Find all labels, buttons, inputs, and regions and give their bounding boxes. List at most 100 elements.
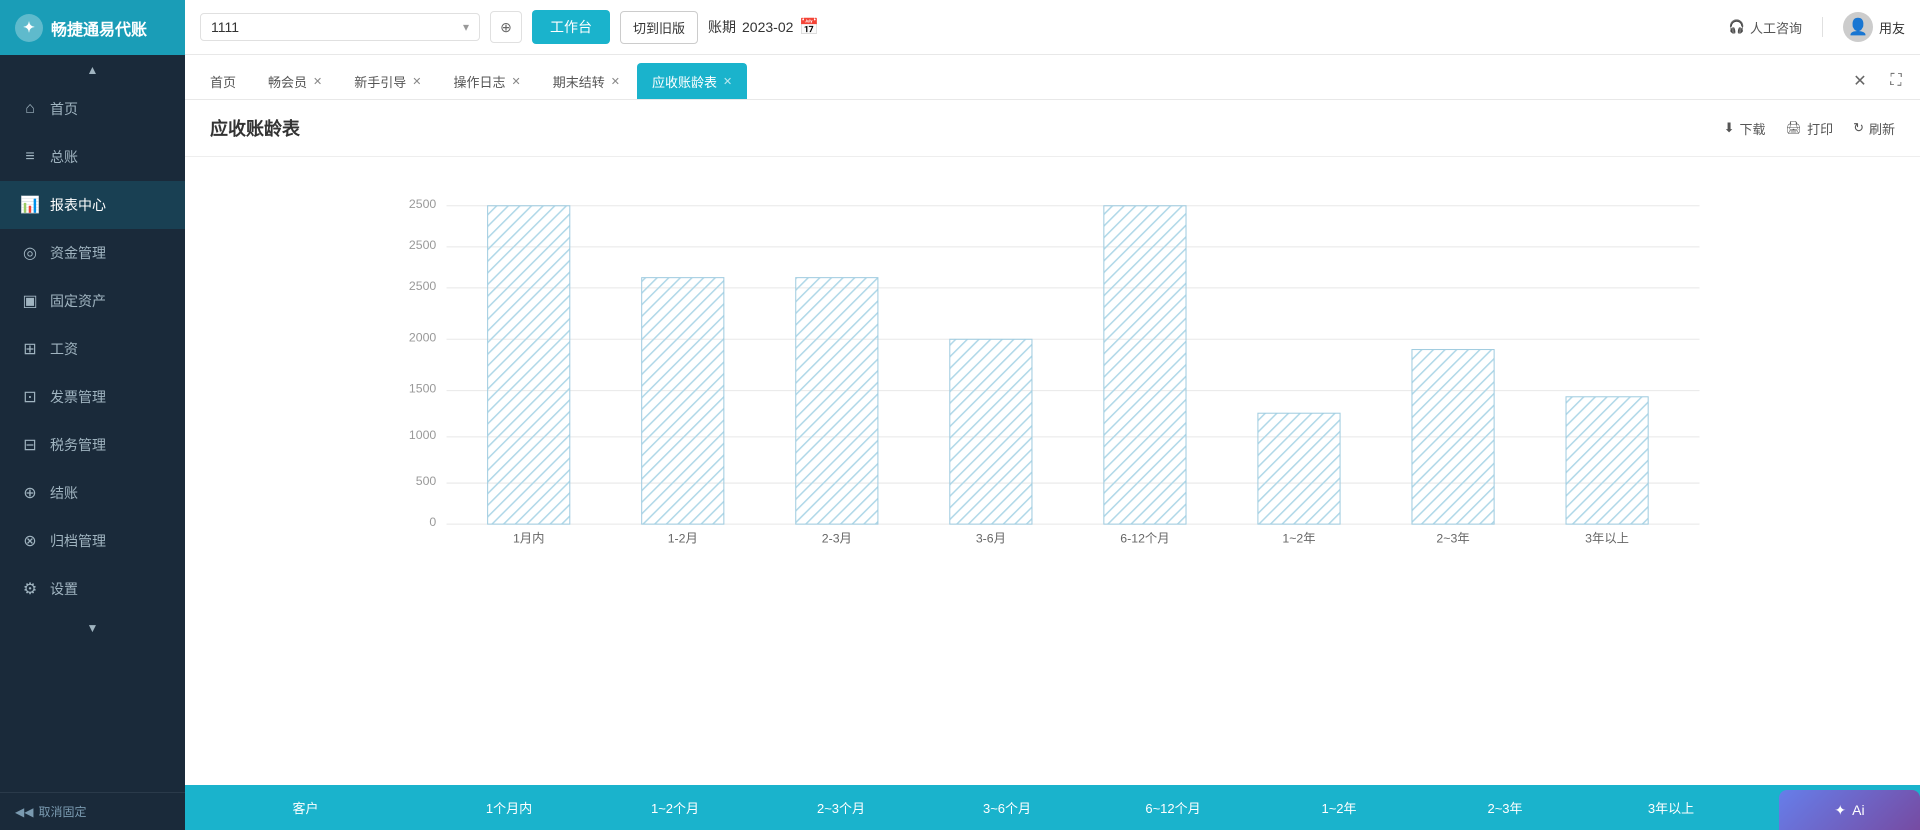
refresh-label: 刷新: [1869, 119, 1895, 138]
company-name: 1111: [211, 19, 457, 35]
sidebar-item-fixed-assets[interactable]: ▣ 固定资产: [0, 277, 185, 325]
user-menu[interactable]: 👤 用友: [1843, 12, 1905, 42]
maximize-button[interactable]: ⛶: [1882, 67, 1910, 95]
col-2-3year: 2~3年: [1422, 798, 1588, 817]
company-selector[interactable]: 1111 ▾: [200, 13, 480, 41]
content-area: 应收账龄表 ⬇ 下载 🖨 打印 ↻ 刷新 2500: [185, 100, 1920, 830]
sidebar-item-reports[interactable]: 📊 报表中心: [0, 181, 185, 229]
sidebar-item-ledger[interactable]: ≡ 总账: [0, 133, 185, 181]
print-button[interactable]: 🖨 打印: [1786, 119, 1834, 138]
tab-ar-aging[interactable]: 应收账龄表 ✕: [637, 63, 747, 99]
col-3year-plus: 3年以上: [1588, 798, 1754, 817]
sidebar-item-reports-label: 报表中心: [50, 195, 106, 215]
svg-text:3-6月: 3-6月: [976, 532, 1006, 546]
tab-home-label: 首页: [210, 72, 236, 91]
svg-text:1-2月: 1-2月: [668, 532, 698, 546]
tab-guide-close[interactable]: ✕: [412, 75, 421, 88]
sidebar-item-home[interactable]: ⌂ 首页: [0, 85, 185, 133]
col-2-3month: 2~3个月: [758, 798, 924, 817]
tab-guide[interactable]: 新手引导 ✕: [339, 63, 436, 99]
tab-member[interactable]: 畅会员 ✕: [253, 63, 337, 99]
funds-icon: ◎: [20, 243, 40, 263]
sidebar-scroll: ▲ ⌂ 首页 ≡ 总账 📊 报表中心 ◎ 资金管理 ▣ 固定资产 ⊞ 工资 ⊡ …: [0, 55, 185, 792]
tab-member-label: 畅会员: [268, 72, 307, 91]
sidebar-item-funds-label: 资金管理: [50, 243, 106, 263]
page-title: 应收账龄表: [210, 115, 300, 141]
sidebar-item-settings[interactable]: ⚙ 设置: [0, 565, 185, 613]
svg-text:3年以上: 3年以上: [1585, 532, 1629, 546]
salary-icon: ⊞: [20, 339, 40, 359]
sidebar-item-salary-label: 工资: [50, 339, 78, 359]
copy-icon: ⊕: [500, 19, 512, 36]
col-3-6month: 3~6个月: [924, 798, 1090, 817]
tab-oplog[interactable]: 操作日志 ✕: [438, 63, 535, 99]
sidebar-item-invoice-label: 发票管理: [50, 387, 106, 407]
sidebar-item-invoice[interactable]: ⊡ 发票管理: [0, 373, 185, 421]
svg-text:1500: 1500: [409, 382, 437, 396]
download-button[interactable]: ⬇ 下载: [1724, 119, 1766, 138]
archive-icon: ⊗: [20, 531, 40, 551]
sidebar-item-settlement[interactable]: ⊕ 结账: [0, 469, 185, 517]
tab-oplog-close[interactable]: ✕: [512, 75, 521, 88]
reports-icon: 📊: [20, 195, 40, 215]
refresh-button[interactable]: ↻ 刷新: [1853, 119, 1895, 138]
table-header: 客户 1个月内 1~2个月 2~3个月 3~6个月 6~12个月 1~2年 2~…: [185, 785, 1920, 830]
svg-text:1月内: 1月内: [513, 532, 544, 546]
sidebar-item-salary[interactable]: ⊞ 工资: [0, 325, 185, 373]
tabs-bar-actions: ✕ ⛶: [1846, 67, 1910, 99]
sidebar: ✦ 畅捷通易代账 ▲ ⌂ 首页 ≡ 总账 📊 报表中心 ◎ 资金管理 ▣ 固定资…: [0, 0, 185, 830]
consult-label: 人工咨询: [1750, 18, 1802, 37]
chevron-down-icon: ▾: [463, 20, 469, 34]
tab-period-end[interactable]: 期末结转 ✕: [538, 63, 635, 99]
sidebar-item-funds[interactable]: ◎ 资金管理: [0, 229, 185, 277]
sidebar-scroll-down[interactable]: ▼: [0, 613, 185, 643]
tab-period-end-close[interactable]: ✕: [611, 75, 620, 88]
copy-button[interactable]: ⊕: [490, 11, 522, 43]
avatar: 👤: [1843, 12, 1873, 42]
sidebar-item-tax[interactable]: ⊟ 税务管理: [0, 421, 185, 469]
svg-text:2500: 2500: [409, 279, 437, 293]
sidebar-scroll-up[interactable]: ▲: [0, 55, 185, 85]
main-area: 1111 ▾ ⊕ 工作台 切到旧版 账期 2023-02 📅 🎧 人工咨询 👤 …: [185, 0, 1920, 830]
sidebar-item-settings-label: 设置: [50, 579, 78, 599]
fixed-assets-icon: ▣: [20, 291, 40, 311]
topbar-right: 🎧 人工咨询 👤 用友: [1729, 12, 1905, 42]
divider: [1822, 17, 1823, 37]
calendar-icon[interactable]: 📅: [799, 17, 819, 37]
period-label: 账期: [708, 17, 736, 37]
workbench-button[interactable]: 工作台: [532, 10, 610, 44]
cancel-pin-label: 取消固定: [38, 803, 86, 820]
invoice-icon: ⊡: [20, 387, 40, 407]
oldver-button[interactable]: 切到旧版: [620, 11, 698, 44]
col-customer: 客户: [185, 798, 426, 817]
tab-guide-label: 新手引导: [354, 72, 406, 91]
tab-home[interactable]: 首页: [195, 63, 251, 99]
close-all-tabs-button[interactable]: ✕: [1846, 67, 1874, 95]
svg-text:1000: 1000: [409, 428, 437, 442]
consult-btn[interactable]: 🎧 人工咨询: [1729, 18, 1802, 37]
ai-chat-button[interactable]: ✦ Ai: [1779, 790, 1920, 830]
settings-icon: ⚙: [20, 579, 40, 599]
ar-aging-chart: 2500 2500 2500 2000 1500 1000 500 0: [215, 177, 1890, 557]
tab-member-close[interactable]: ✕: [313, 75, 322, 88]
tab-ar-aging-close[interactable]: ✕: [723, 75, 732, 88]
tabs-bar: 首页 畅会员 ✕ 新手引导 ✕ 操作日志 ✕ 期末结转 ✕ 应收账龄表 ✕ ✕ …: [185, 55, 1920, 100]
settlement-icon: ⊕: [20, 483, 40, 503]
cancel-pin-btn[interactable]: ◀◀ 取消固定: [0, 792, 185, 830]
refresh-icon: ↻: [1853, 120, 1864, 136]
svg-text:0: 0: [429, 515, 436, 529]
sidebar-item-fixed-assets-label: 固定资产: [50, 291, 106, 311]
sidebar-item-settlement-label: 结账: [50, 483, 78, 503]
tab-oplog-label: 操作日志: [453, 72, 505, 91]
home-icon: ⌂: [20, 100, 40, 118]
col-1month: 1个月内: [426, 798, 592, 817]
page-header: 应收账龄表 ⬇ 下载 🖨 打印 ↻ 刷新: [185, 100, 1920, 157]
svg-text:2500: 2500: [409, 238, 437, 252]
page-actions: ⬇ 下载 🖨 打印 ↻ 刷新: [1724, 119, 1895, 138]
tab-ar-aging-label: 应收账龄表: [652, 72, 717, 91]
svg-text:2000: 2000: [409, 330, 437, 344]
period-display: 账期 2023-02 📅: [708, 17, 819, 37]
svg-text:1~2年: 1~2年: [1282, 532, 1315, 546]
sidebar-item-archive[interactable]: ⊗ 归档管理: [0, 517, 185, 565]
sidebar-item-ledger-label: 总账: [50, 147, 78, 167]
